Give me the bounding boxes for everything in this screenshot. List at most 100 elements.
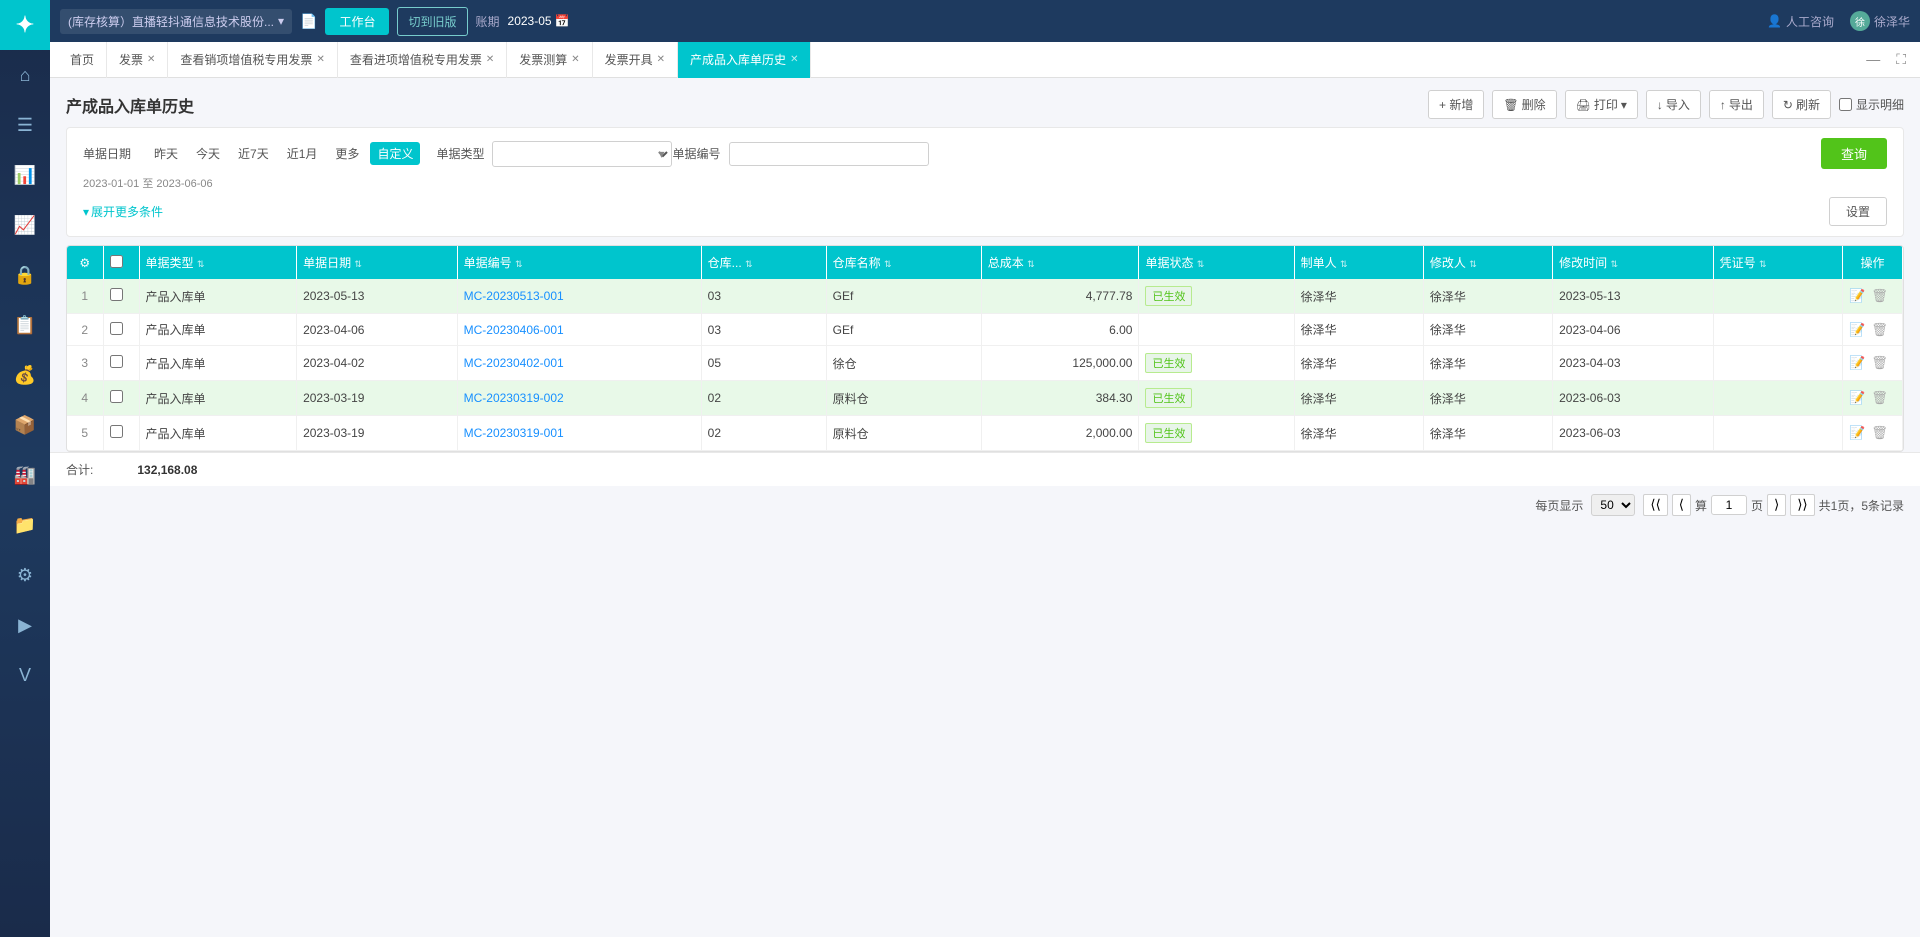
th-settings[interactable]: ⚙ [67, 246, 103, 279]
edit-icon[interactable]: 📝 [1849, 322, 1865, 338]
sidebar-item-lock[interactable]: 🔒 [0, 250, 50, 300]
th-voucher[interactable]: 凭证号 ⇅ [1713, 246, 1842, 279]
row-checkbox-cell[interactable] [103, 346, 139, 381]
setting-button[interactable]: 设置 [1829, 197, 1887, 226]
row-number-link[interactable]: MC-20230402-001 [464, 356, 564, 370]
tab-invoice-close[interactable]: ✕ [147, 54, 155, 65]
row-number[interactable]: MC-20230402-001 [457, 346, 701, 381]
th-type[interactable]: 单据类型 ⇅ [139, 246, 297, 279]
row-checkbox[interactable] [110, 390, 123, 403]
tab-purchase-vat-close[interactable]: ✕ [486, 54, 494, 65]
yesterday-btn[interactable]: 昨天 [147, 142, 185, 165]
row-checkbox-cell[interactable] [103, 314, 139, 346]
tab-sales-vat[interactable]: 查看销项增值税专用发票 ✕ [168, 42, 337, 78]
tab-purchase-vat[interactable]: 查看进项增值税专用发票 ✕ [338, 42, 507, 78]
edit-icon[interactable]: 📝 [1849, 288, 1865, 304]
last-page-btn[interactable]: ⟩⟩ [1790, 494, 1814, 516]
show-detail-checkbox-label[interactable]: 显示明细 [1839, 96, 1904, 113]
export-button[interactable]: ↑ 导出 [1709, 90, 1764, 119]
th-total-cost[interactable]: 总成本 ⇅ [981, 246, 1139, 279]
tab-open[interactable]: 发票开具 ✕ [593, 42, 678, 78]
delete-button[interactable]: 🗑 删除 [1492, 90, 1556, 119]
row-checkbox[interactable] [110, 322, 123, 335]
show-detail-checkbox[interactable] [1839, 98, 1852, 111]
sidebar-item-finance[interactable]: 💰 [0, 350, 50, 400]
refresh-button[interactable]: ↻ 刷新 [1772, 90, 1831, 119]
sidebar-item-home[interactable]: ⌂ [0, 50, 50, 100]
row-number-link[interactable]: MC-20230319-002 [464, 391, 564, 405]
page-input[interactable] [1711, 495, 1747, 515]
number-filter-input[interactable] [729, 142, 929, 166]
th-warehouse-name[interactable]: 仓库名称 ⇅ [826, 246, 981, 279]
sidebar-item-settings[interactable]: ⚙ [0, 550, 50, 600]
company-selector[interactable]: (库存核算）直播轻抖通信息技术股份... ▾ [60, 9, 292, 34]
delete-row-icon[interactable]: 🗑 [1871, 355, 1888, 371]
per-page-select[interactable]: 50 [1591, 494, 1635, 516]
month-btn[interactable]: 近1月 [280, 142, 325, 165]
tab-calc-close[interactable]: ✕ [571, 54, 579, 65]
query-button[interactable]: 查询 [1821, 138, 1887, 169]
import-button[interactable]: ↓ 导入 [1646, 90, 1701, 119]
row-number-link[interactable]: MC-20230319-001 [464, 426, 564, 440]
row-checkbox[interactable] [110, 355, 123, 368]
new-button[interactable]: + 新增 [1428, 90, 1484, 119]
edit-icon[interactable]: 📝 [1849, 390, 1865, 406]
tab-invoice[interactable]: 发票 ✕ [107, 42, 168, 78]
row-number-link[interactable]: MC-20230406-001 [464, 323, 564, 337]
row-number-link[interactable]: MC-20230513-001 [464, 289, 564, 303]
doc-icon[interactable]: 📄 [300, 13, 317, 30]
th-creator[interactable]: 制单人 ⇅ [1294, 246, 1423, 279]
period-selector[interactable]: 2023-05 📅 [508, 14, 570, 28]
today-btn[interactable]: 今天 [189, 142, 227, 165]
next-page-btn[interactable]: ⟩ [1767, 494, 1786, 516]
edit-icon[interactable]: 📝 [1849, 355, 1865, 371]
row-checkbox[interactable] [110, 425, 123, 438]
user-menu[interactable]: 徐 徐泽华 [1850, 11, 1910, 31]
tab-history[interactable]: 产成品入库单历史 ✕ [678, 42, 811, 78]
minimize-button[interactable]: — [1860, 47, 1886, 72]
type-filter-select[interactable] [492, 141, 672, 167]
tab-calc[interactable]: 发票测算 ✕ [507, 42, 592, 78]
switch-version-button[interactable]: 切到旧版 [397, 7, 467, 36]
sidebar-item-analysis[interactable]: 📈 [0, 200, 50, 250]
row-number[interactable]: MC-20230319-001 [457, 416, 701, 451]
first-page-btn[interactable]: ⟨⟨ [1643, 494, 1667, 516]
tab-open-close[interactable]: ✕ [657, 54, 665, 65]
more-btn[interactable]: 更多 [328, 142, 366, 165]
support-link[interactable]: 👤 人工咨询 [1767, 13, 1834, 30]
th-modifier[interactable]: 修改人 ⇅ [1423, 246, 1552, 279]
print-button[interactable]: 🖨 打印 ▾ [1565, 90, 1638, 119]
delete-row-icon[interactable]: 🗑 [1871, 390, 1888, 406]
week-btn[interactable]: 近7天 [231, 142, 276, 165]
sidebar-item-play[interactable]: ▶ [0, 600, 50, 650]
sidebar-item-inventory[interactable]: 📦 [0, 400, 50, 450]
sidebar-item-report[interactable]: 📊 [0, 150, 50, 200]
select-all-checkbox[interactable] [110, 255, 123, 268]
tab-home[interactable]: 首页 [58, 42, 107, 78]
row-checkbox-cell[interactable] [103, 381, 139, 416]
tab-history-close[interactable]: ✕ [790, 54, 798, 65]
delete-row-icon[interactable]: 🗑 [1871, 425, 1888, 441]
sidebar-item-document[interactable]: 📋 [0, 300, 50, 350]
prev-page-btn[interactable]: ⟨ [1672, 494, 1691, 516]
maximize-button[interactable]: ⛶ [1890, 47, 1912, 72]
th-date[interactable]: 单据日期 ⇅ [297, 246, 458, 279]
th-number[interactable]: 单据编号 ⇅ [457, 246, 701, 279]
sidebar-item-menu[interactable]: ☰ [0, 100, 50, 150]
th-status[interactable]: 单据状态 ⇅ [1139, 246, 1294, 279]
row-checkbox-cell[interactable] [103, 279, 139, 314]
th-warehouse-code[interactable]: 仓库... ⇅ [701, 246, 826, 279]
sidebar-item-v[interactable]: V [0, 650, 50, 700]
row-checkbox-cell[interactable] [103, 416, 139, 451]
delete-row-icon[interactable]: 🗑 [1871, 322, 1888, 338]
th-modify-time[interactable]: 修改时间 ⇅ [1553, 246, 1714, 279]
row-checkbox[interactable] [110, 288, 123, 301]
delete-row-icon[interactable]: 🗑 [1871, 288, 1888, 304]
sidebar-item-files[interactable]: 📁 [0, 500, 50, 550]
custom-btn[interactable]: 自定义 [370, 142, 420, 165]
row-number[interactable]: MC-20230319-002 [457, 381, 701, 416]
row-number[interactable]: MC-20230513-001 [457, 279, 701, 314]
edit-icon[interactable]: 📝 [1849, 425, 1865, 441]
workbench-button[interactable]: 工作台 [325, 8, 389, 35]
th-checkbox[interactable] [103, 246, 139, 279]
